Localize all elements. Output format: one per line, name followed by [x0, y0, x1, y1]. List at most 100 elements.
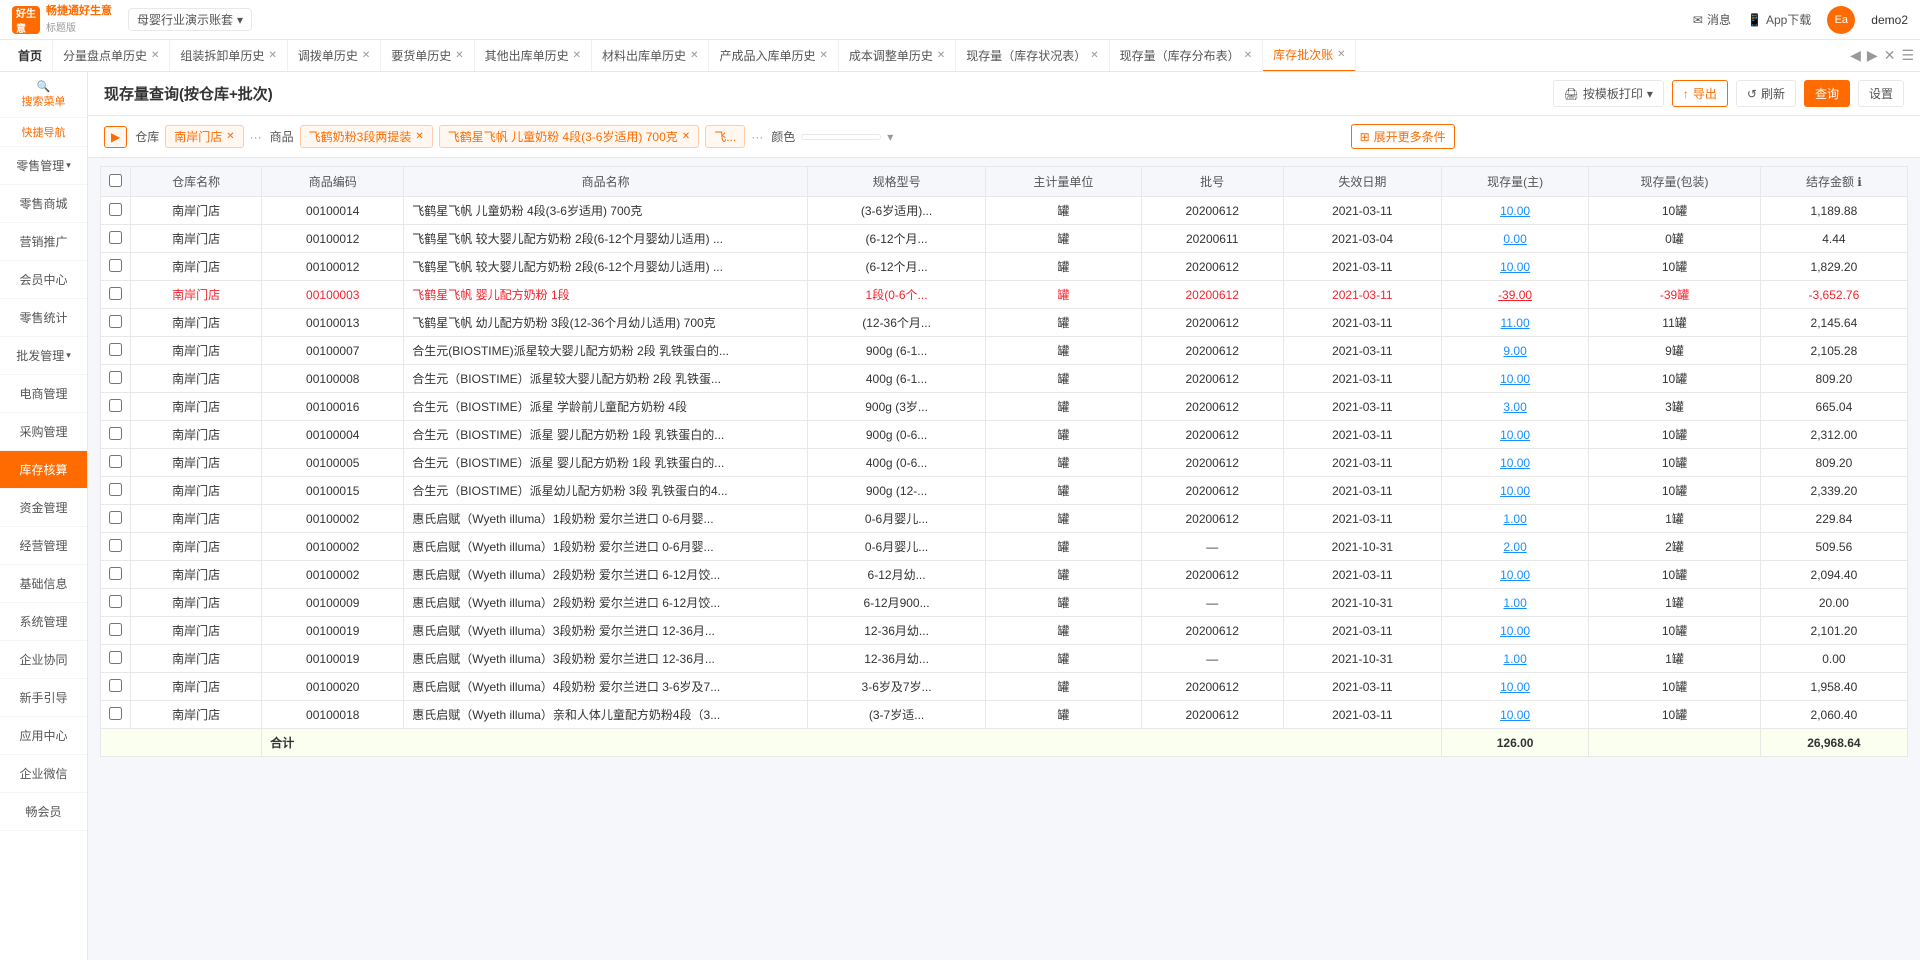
tab-5-close[interactable]: ✕: [573, 50, 581, 61]
tab-1[interactable]: 分量盘点单历史 ✕: [53, 40, 170, 72]
workspace-selector[interactable]: 母婴行业演示账套 ▾: [128, 8, 252, 31]
tab-next-icon[interactable]: ▶: [1865, 47, 1880, 64]
settings-button[interactable]: 设置: [1858, 80, 1904, 107]
product-tag-more[interactable]: 飞...: [705, 125, 745, 148]
cell-qty-main[interactable]: 10.00: [1441, 673, 1588, 701]
select-all-checkbox[interactable]: [109, 174, 122, 187]
warehouse-tag[interactable]: 南岸门店 ✕: [165, 125, 243, 148]
tab-prev-icon[interactable]: ◀: [1848, 47, 1863, 64]
product-tag-0-remove[interactable]: ✕: [415, 131, 423, 142]
sidebar-item-inventory[interactable]: 库存核算: [0, 451, 87, 489]
cell-qty-main[interactable]: 1.00: [1441, 645, 1588, 673]
tab-10-close[interactable]: ✕: [1244, 50, 1252, 61]
cell-qty-main[interactable]: 10.00: [1441, 197, 1588, 225]
sidebar-item-apps[interactable]: 应用中心: [0, 717, 87, 755]
tab-close-all-icon[interactable]: ✕: [1882, 47, 1898, 64]
cell-qty-main[interactable]: 9.00: [1441, 337, 1588, 365]
sidebar-item-guide[interactable]: 新手引导: [0, 679, 87, 717]
tab-6[interactable]: 材料出库单历史 ✕: [592, 40, 709, 72]
tab-1-close[interactable]: ✕: [151, 50, 159, 61]
cell-qty-main[interactable]: 10.00: [1441, 449, 1588, 477]
tab-3-close[interactable]: ✕: [362, 50, 370, 61]
print-button[interactable]: 🖨 按模板打印 ▾: [1553, 80, 1664, 107]
sidebar-item-finance[interactable]: 资金管理: [0, 489, 87, 527]
avatar[interactable]: Ea: [1827, 6, 1855, 34]
product-tag-1-remove[interactable]: ✕: [682, 131, 690, 142]
sidebar-item-member[interactable]: 会员中心: [0, 261, 87, 299]
sidebar-item-vip[interactable]: 畅会员: [0, 793, 87, 831]
sidebar-item-retail-shop[interactable]: 零售商城: [0, 185, 87, 223]
cell-check[interactable]: [101, 365, 131, 393]
sidebar-item-wechat[interactable]: 企业微信: [0, 755, 87, 793]
cell-check[interactable]: [101, 393, 131, 421]
cell-qty-main[interactable]: 1.00: [1441, 589, 1588, 617]
sidebar-item-marketing[interactable]: 营销推广: [0, 223, 87, 261]
sidebar-item-wholesale[interactable]: 批发管理 ▾: [0, 337, 87, 375]
message-button[interactable]: ✉ 消息: [1693, 11, 1731, 28]
cell-check[interactable]: [101, 589, 131, 617]
expand-more-conditions-button[interactable]: ⊞ 展开更多条件: [1351, 124, 1455, 149]
warehouse-more[interactable]: ···: [250, 130, 262, 144]
sidebar-item-retail-stats[interactable]: 零售统计: [0, 299, 87, 337]
warehouse-tag-remove[interactable]: ✕: [226, 131, 234, 142]
tab-4[interactable]: 要货单历史 ✕: [381, 40, 474, 72]
cell-check[interactable]: [101, 309, 131, 337]
tab-8[interactable]: 成本调整单历史 ✕: [839, 40, 956, 72]
cell-check[interactable]: [101, 561, 131, 589]
tab-7[interactable]: 产成品入库单历史 ✕: [709, 40, 838, 72]
sidebar-item-ecommerce[interactable]: 电商管理: [0, 375, 87, 413]
cell-qty-main[interactable]: 3.00: [1441, 393, 1588, 421]
sidebar-quick-nav[interactable]: 快捷导航: [0, 118, 87, 147]
app-download-button[interactable]: 📱 App下载: [1747, 11, 1811, 28]
cell-check[interactable]: [101, 673, 131, 701]
cell-check[interactable]: [101, 197, 131, 225]
cell-check[interactable]: [101, 449, 131, 477]
cell-qty-main[interactable]: 10.00: [1441, 421, 1588, 449]
tab-6-close[interactable]: ✕: [690, 50, 698, 61]
sidebar-item-retail-mgmt[interactable]: 零售管理 ▾: [0, 147, 87, 185]
sidebar-item-system[interactable]: 系统管理: [0, 603, 87, 641]
sidebar-search[interactable]: 🔍 搜索菜单: [0, 72, 87, 118]
sidebar-item-enterprise[interactable]: 企业协同: [0, 641, 87, 679]
tab-home[interactable]: 首页: [8, 40, 53, 72]
tab-9[interactable]: 现存量（库存状况表） ✕: [956, 40, 1109, 72]
tab-11-close[interactable]: ✕: [1337, 49, 1345, 60]
cell-check[interactable]: [101, 225, 131, 253]
cell-qty-main[interactable]: 10.00: [1441, 253, 1588, 281]
cell-check[interactable]: [101, 645, 131, 673]
sidebar-item-basic-info[interactable]: 基础信息: [0, 565, 87, 603]
filter-expand-icon[interactable]: ▶: [104, 126, 127, 148]
query-button[interactable]: 查询: [1804, 80, 1850, 107]
cell-qty-main[interactable]: 1.00: [1441, 505, 1588, 533]
cell-qty-main[interactable]: 11.00: [1441, 309, 1588, 337]
product-more[interactable]: ···: [751, 130, 763, 144]
sidebar-item-operations[interactable]: 经营管理: [0, 527, 87, 565]
cell-check[interactable]: [101, 281, 131, 309]
tab-8-close[interactable]: ✕: [937, 50, 945, 61]
cell-qty-main[interactable]: -39.00: [1441, 281, 1588, 309]
tab-10[interactable]: 现存量（库存分布表） ✕: [1110, 40, 1263, 72]
sidebar-item-purchase[interactable]: 采购管理: [0, 413, 87, 451]
cell-qty-main[interactable]: 2.00: [1441, 533, 1588, 561]
product-tag-0[interactable]: 飞鹤奶粉3段两提装 ✕: [300, 125, 433, 148]
cell-qty-main[interactable]: 10.00: [1441, 365, 1588, 393]
cell-check[interactable]: [101, 533, 131, 561]
cell-check[interactable]: [101, 421, 131, 449]
export-button[interactable]: ↑ 导出: [1672, 80, 1728, 107]
tab-2-close[interactable]: ✕: [268, 50, 276, 61]
tab-11[interactable]: 库存批次账 ✕: [1263, 40, 1356, 72]
tab-2[interactable]: 组装拆卸单历史 ✕: [170, 40, 287, 72]
color-filter-input[interactable]: [801, 134, 881, 140]
tab-5[interactable]: 其他出库单历史 ✕: [475, 40, 592, 72]
refresh-button[interactable]: ↺ 刷新: [1736, 80, 1796, 107]
tab-9-close[interactable]: ✕: [1090, 50, 1098, 61]
cell-check[interactable]: [101, 617, 131, 645]
cell-qty-main[interactable]: 10.00: [1441, 701, 1588, 729]
cell-check[interactable]: [101, 477, 131, 505]
tab-3[interactable]: 调拨单历史 ✕: [288, 40, 381, 72]
product-tag-1[interactable]: 飞鹤星飞帆 儿童奶粉 4段(3-6岁适用) 700克 ✕: [439, 125, 699, 148]
tab-7-close[interactable]: ✕: [819, 50, 827, 61]
cell-check[interactable]: [101, 701, 131, 729]
cell-check[interactable]: [101, 505, 131, 533]
tab-4-close[interactable]: ✕: [455, 50, 463, 61]
